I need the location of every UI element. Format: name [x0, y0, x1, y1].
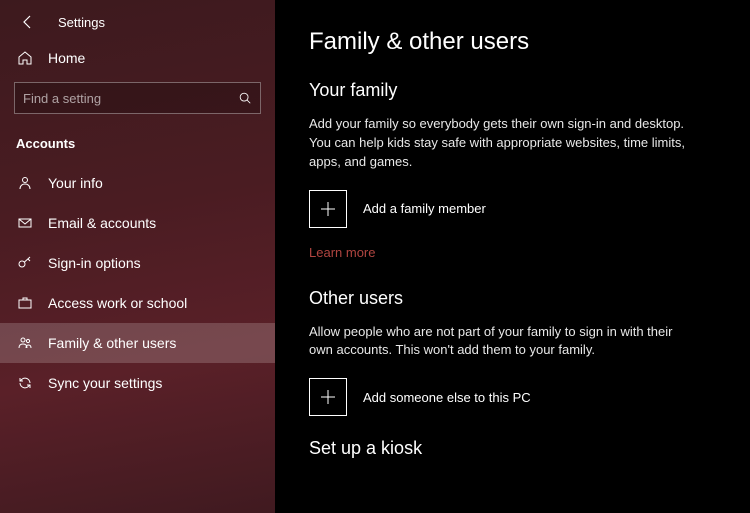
other-users-description: Allow people who are not part of your fa… — [309, 323, 699, 361]
kiosk-heading: Set up a kiosk — [309, 438, 716, 459]
person-icon — [16, 175, 34, 191]
home-button[interactable]: Home — [0, 40, 275, 76]
other-users-heading: Other users — [309, 288, 716, 309]
search-input[interactable] — [23, 91, 238, 106]
search-box[interactable] — [14, 82, 261, 114]
section-heading: Accounts — [0, 132, 275, 163]
nav-item-signin[interactable]: Sign-in options — [0, 243, 275, 283]
sidebar-header: Settings — [0, 10, 275, 40]
search-icon — [238, 91, 252, 105]
family-description: Add your family so everybody gets their … — [309, 115, 699, 172]
plus-icon — [309, 190, 347, 228]
sync-icon — [16, 375, 34, 391]
learn-more-link[interactable]: Learn more — [309, 245, 375, 260]
briefcase-icon — [16, 295, 34, 311]
settings-window: Settings Home Accounts Your info — [0, 0, 750, 513]
search-container — [14, 82, 261, 114]
nav-item-label: Email & accounts — [48, 215, 156, 231]
nav-list: Your info Email & accounts Sign-in optio… — [0, 163, 275, 403]
family-heading: Your family — [309, 80, 716, 101]
sidebar: Settings Home Accounts Your info — [0, 0, 275, 513]
nav-item-label: Family & other users — [48, 335, 176, 351]
plus-icon — [309, 378, 347, 416]
add-other-label: Add someone else to this PC — [363, 390, 531, 405]
key-icon — [16, 255, 34, 271]
nav-item-label: Sync your settings — [48, 375, 162, 391]
nav-item-label: Your info — [48, 175, 103, 191]
add-family-label: Add a family member — [363, 201, 486, 216]
home-label: Home — [48, 50, 85, 66]
nav-item-sync[interactable]: Sync your settings — [0, 363, 275, 403]
window-title: Settings — [58, 15, 105, 30]
nav-item-label: Sign-in options — [48, 255, 141, 271]
main-content: Family & other users Your family Add you… — [275, 0, 750, 513]
nav-item-work[interactable]: Access work or school — [0, 283, 275, 323]
home-icon — [16, 50, 34, 66]
people-icon — [16, 335, 34, 351]
nav-item-label: Access work or school — [48, 295, 187, 311]
add-family-member-button[interactable]: Add a family member — [309, 190, 716, 228]
nav-item-your-info[interactable]: Your info — [0, 163, 275, 203]
back-button[interactable] — [20, 14, 36, 30]
page-title: Family & other users — [309, 28, 716, 56]
mail-icon — [16, 215, 34, 231]
nav-item-family[interactable]: Family & other users — [0, 323, 275, 363]
add-other-user-button[interactable]: Add someone else to this PC — [309, 378, 716, 416]
nav-item-email[interactable]: Email & accounts — [0, 203, 275, 243]
